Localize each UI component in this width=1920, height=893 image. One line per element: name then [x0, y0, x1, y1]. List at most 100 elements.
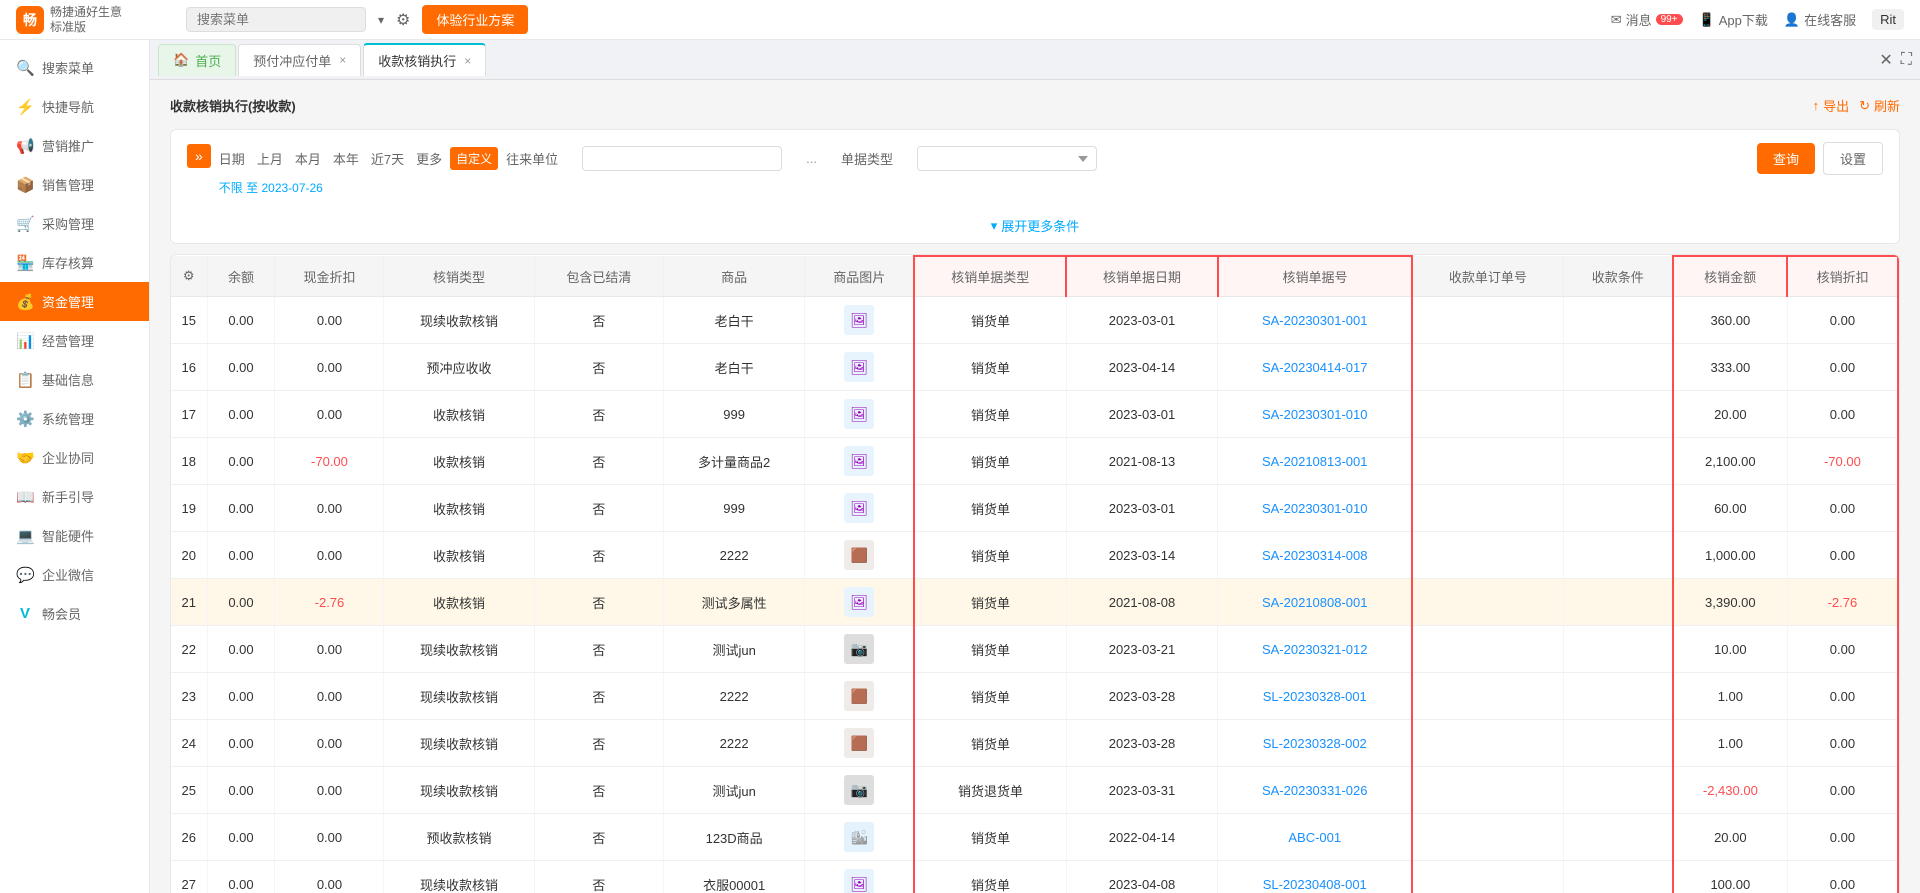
sidebar-item-marketing[interactable]: 📢 营销推广 — [0, 126, 149, 165]
cell-goods-img: 🖼 — [805, 485, 915, 532]
cell-bill-no[interactable]: SL-20230328-002 — [1218, 720, 1412, 767]
from-unit-input[interactable] — [582, 146, 782, 171]
marketing-icon: 📢 — [16, 137, 34, 155]
th-goods-img: 商品图片 — [805, 256, 915, 297]
cell-bill-type: 销货单 — [914, 861, 1066, 893]
sidebar-item-member[interactable]: V 畅会员 — [0, 594, 149, 633]
tab-close-all-btn[interactable]: ✕ — [1879, 50, 1892, 70]
query-btn[interactable]: 查询 — [1757, 143, 1815, 174]
sidebar-label-marketing: 营销推广 — [42, 136, 94, 155]
cell-include-settled: 否 — [534, 532, 664, 579]
th-cash-discount: 现金折扣 — [275, 256, 384, 297]
online-service-label: 在线客服 — [1804, 10, 1856, 29]
system-icon: ⚙️ — [16, 410, 34, 428]
filter-toggle-btn[interactable]: » — [187, 144, 211, 168]
cell-bill-no[interactable]: SA-20210813-001 — [1218, 438, 1412, 485]
th-include-settled: 包含已结清 — [534, 256, 664, 297]
expand-label: 展开更多条件 — [1001, 216, 1079, 235]
cell-bill-type: 销货单 — [914, 814, 1066, 861]
cell-include-settled: 否 — [534, 673, 664, 720]
member-icon: V — [16, 605, 34, 622]
date-btn-this-month[interactable]: 本月 — [291, 147, 325, 170]
cell-bill-no[interactable]: SA-20230314-008 — [1218, 532, 1412, 579]
tab-prepay[interactable]: 预付冲应付单 × — [238, 44, 361, 76]
tab-expand-btn[interactable]: ⛶ — [1901, 50, 1912, 70]
message-btn[interactable]: ✉ 消息 99+ — [1611, 10, 1683, 29]
date-btn-last-month[interactable]: 上月 — [253, 147, 287, 170]
top-search-input[interactable] — [186, 7, 366, 32]
cell-bill-no[interactable]: SA-20230331-026 — [1218, 767, 1412, 814]
refresh-btn[interactable]: ↻ 刷新 — [1859, 96, 1900, 115]
expand-icon: ▾ — [991, 218, 998, 234]
tab-verify[interactable]: 收款核销执行 × — [363, 43, 486, 76]
cell-bill-no[interactable]: SA-20230301-010 — [1218, 485, 1412, 532]
export-btn[interactable]: ↑ 导出 — [1813, 96, 1850, 115]
industry-btn[interactable]: 体验行业方案 — [422, 5, 528, 34]
user-name[interactable]: Rit — [1872, 9, 1904, 30]
cell-include-settled: 否 — [534, 438, 664, 485]
online-service-btn[interactable]: 👤 在线客服 — [1784, 10, 1856, 29]
table-body: 15 0.00 0.00 现续收款核销 否 老白干 🖼 销货单 2023-03-… — [171, 297, 1898, 893]
sidebar-item-hardware[interactable]: 💻 智能硬件 — [0, 516, 149, 555]
cell-goods: 测试jun — [664, 767, 805, 814]
cell-bill-no[interactable]: SA-20230301-001 — [1218, 297, 1412, 344]
dropdown-btn[interactable]: ▾ — [378, 13, 384, 27]
purchase-icon: 🛒 — [16, 215, 34, 233]
cell-balance: 0.00 — [207, 438, 275, 485]
app-download-btn[interactable]: 📱 App下载 — [1699, 10, 1768, 29]
th-bill-date: 核销单据日期 — [1066, 256, 1218, 297]
cell-goods: 2222 — [664, 720, 805, 767]
cell-bill-type: 销货单 — [914, 438, 1066, 485]
bill-type-select[interactable] — [917, 146, 1097, 171]
gear-btn[interactable]: ⚙ — [396, 10, 410, 30]
cell-receipt-order-no — [1412, 297, 1563, 344]
table-header: ⚙ 余额 现金折扣 核销类型 包含已结清 商品 商品图片 核销单据类型 核销单据… — [171, 256, 1898, 297]
tab-prepay-label: 预付冲应付单 — [253, 51, 331, 70]
hardware-icon: 💻 — [16, 527, 34, 545]
sidebar-item-guide[interactable]: 📖 新手引导 — [0, 477, 149, 516]
settings-btn[interactable]: 设置 — [1823, 142, 1883, 175]
th-bill-no: 核销单据号 — [1218, 256, 1412, 297]
table-row: 24 0.00 0.00 现续收款核销 否 2222 🟫 销货单 2023-03… — [171, 720, 1898, 767]
date-btn-7days[interactable]: 近7天 — [367, 147, 408, 170]
tab-prepay-close[interactable]: × — [339, 53, 346, 67]
cell-receipt-condition — [1563, 438, 1673, 485]
date-btn-this-year[interactable]: 本年 — [329, 147, 363, 170]
cell-bill-no[interactable]: SA-20210808-001 — [1218, 579, 1412, 626]
sidebar-item-system[interactable]: ⚙️ 系统管理 — [0, 399, 149, 438]
cell-verify-amount: 1,000.00 — [1673, 532, 1787, 579]
cell-verify-discount: 0.00 — [1787, 720, 1898, 767]
cell-bill-no[interactable]: SL-20230408-001 — [1218, 861, 1412, 893]
sidebar-item-inventory[interactable]: 🏪 库存核算 — [0, 243, 149, 282]
sidebar-item-finance[interactable]: 💰 资金管理 — [0, 282, 149, 321]
cell-bill-no[interactable]: SA-20230321-012 — [1218, 626, 1412, 673]
cell-bill-no[interactable]: SA-20230414-017 — [1218, 344, 1412, 391]
sidebar-item-purchase[interactable]: 🛒 采购管理 — [0, 204, 149, 243]
cell-goods: 老白干 — [664, 297, 805, 344]
sidebar-item-operations[interactable]: 📊 经营管理 — [0, 321, 149, 360]
date-btn-more[interactable]: 更多 — [412, 147, 446, 170]
date-custom-btn[interactable]: 自定义 — [450, 147, 498, 170]
table-row: 27 0.00 0.00 现续收款核销 否 衣服00001 🖼 销货单 2023… — [171, 861, 1898, 893]
cell-bill-no[interactable]: SL-20230328-001 — [1218, 673, 1412, 720]
cell-verify-amount: 360.00 — [1673, 297, 1787, 344]
cell-bill-no[interactable]: ABC-001 — [1218, 814, 1412, 861]
sidebar-item-basic[interactable]: 📋 基础信息 — [0, 360, 149, 399]
cell-include-settled: 否 — [534, 814, 664, 861]
sidebar-item-collab[interactable]: 🤝 企业协同 — [0, 438, 149, 477]
sidebar-item-search[interactable]: 🔍 搜索菜单 — [0, 48, 149, 87]
sidebar-item-shortcut[interactable]: ⚡ 快捷导航 — [0, 87, 149, 126]
tab-verify-close[interactable]: × — [464, 54, 471, 68]
cell-receipt-condition — [1563, 297, 1673, 344]
message-badge: 99+ — [1656, 14, 1683, 25]
cell-bill-no[interactable]: SA-20230301-010 — [1218, 391, 1412, 438]
cell-balance: 0.00 — [207, 626, 275, 673]
cell-bill-type: 销货单 — [914, 297, 1066, 344]
th-settings[interactable]: ⚙ — [171, 256, 207, 297]
cell-receipt-condition — [1563, 720, 1673, 767]
logo-area: 畅 畅捷通好生意标准版 — [16, 5, 166, 34]
expand-more-btn[interactable]: ▾ 展开更多条件 — [991, 216, 1080, 235]
sidebar-item-wechat[interactable]: 💬 企业微信 — [0, 555, 149, 594]
sidebar-item-sales[interactable]: 📦 销售管理 — [0, 165, 149, 204]
tab-home[interactable]: 🏠 首页 — [158, 44, 236, 76]
